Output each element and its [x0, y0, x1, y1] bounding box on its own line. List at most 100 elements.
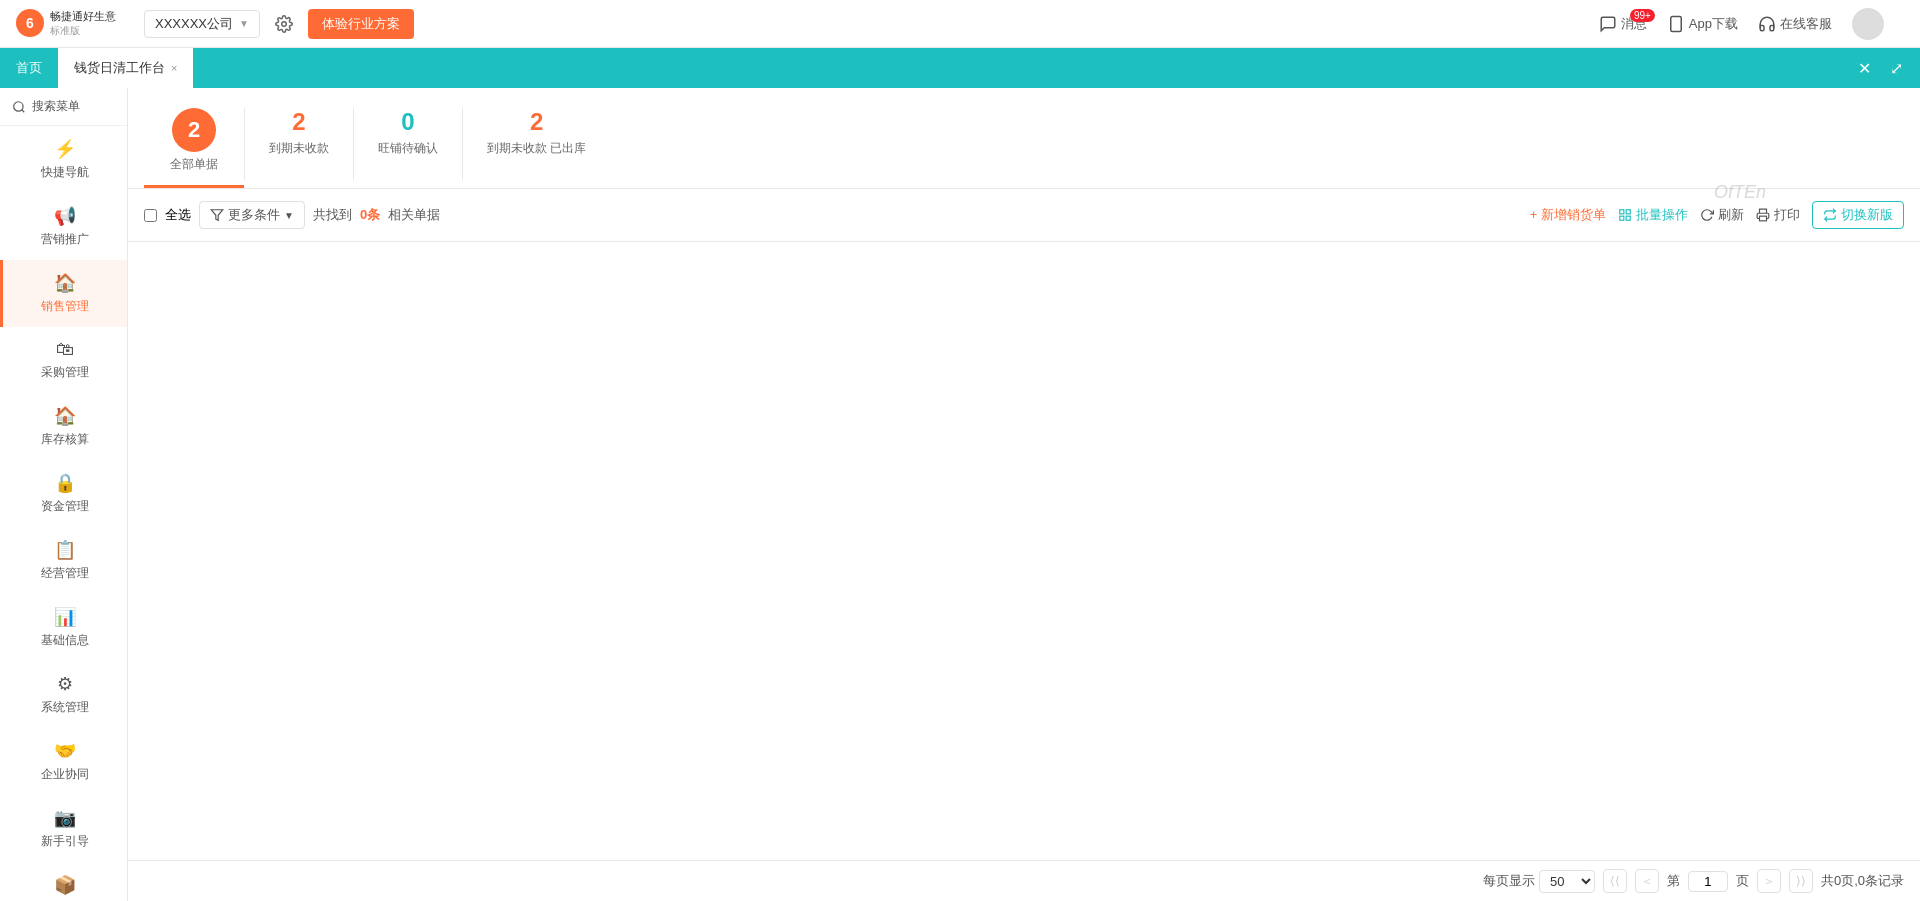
stat-number-all: 2	[188, 117, 200, 143]
filter-label: 更多条件	[228, 206, 280, 224]
sidebar-item-quick-nav[interactable]: ⚡ 快捷导航	[0, 126, 127, 193]
stat-number-overdue: 2	[292, 108, 305, 136]
print-label: 打印	[1774, 206, 1800, 224]
stat-tab-all[interactable]: 2 全部单据	[144, 100, 244, 188]
stat-tab-pending[interactable]: 0 旺铺待确认	[354, 100, 462, 188]
trial-button[interactable]: 体验行业方案	[308, 9, 414, 39]
main-layout: 搜索菜单 ⚡ 快捷导航 📢 营销推广 🏠 销售管理 🛍 采购管理 🏠 库存核算 …	[0, 88, 1920, 901]
sidebar: 搜索菜单 ⚡ 快捷导航 📢 营销推广 🏠 销售管理 🛍 采购管理 🏠 库存核算 …	[0, 88, 128, 901]
toolbar-right: + 新增销货单 批量操作 刷新	[1530, 201, 1904, 229]
sidebar-label-operation: 经营管理	[41, 565, 89, 582]
sidebar-item-basic-info[interactable]: 📊 基础信息	[0, 594, 127, 661]
found-count: 0条	[360, 206, 380, 224]
more-filter-button[interactable]: 更多条件 ▼	[199, 201, 305, 229]
sidebar-item-marketing[interactable]: 📢 营销推广	[0, 193, 127, 260]
sidebar-item-operation[interactable]: 📋 经营管理	[0, 527, 127, 594]
app-center-icon: 📦	[54, 874, 76, 896]
company-selector[interactable]: XXXXXX公司 ▼	[144, 10, 260, 38]
add-sales-order-button[interactable]: + 新增销货单	[1530, 206, 1606, 224]
sidebar-item-enterprise[interactable]: 🤝 企业协同	[0, 728, 127, 795]
per-page-dropdown[interactable]: 50 100 200	[1539, 870, 1595, 893]
sidebar-item-sales[interactable]: 🏠 销售管理	[0, 260, 127, 327]
per-page-label: 每页显示	[1483, 872, 1535, 890]
avatar[interactable]	[1852, 8, 1884, 40]
message-button[interactable]: 消息 99+	[1599, 15, 1647, 33]
last-page-button[interactable]: ⟩⟩	[1789, 869, 1813, 893]
select-all-label: 全选	[165, 206, 191, 224]
chevron-down-icon: ▼	[239, 18, 249, 29]
stat-tab-overdue[interactable]: 2 到期未收款	[245, 100, 353, 188]
tab-close-window-button[interactable]: ✕	[1852, 56, 1876, 80]
filter-chevron-icon: ▼	[284, 210, 294, 221]
stat-label-all: 全部单据	[170, 156, 218, 173]
finance-icon: 🔒	[54, 472, 76, 494]
settings-button[interactable]	[268, 8, 300, 40]
system-icon: ⚙	[57, 673, 73, 695]
switch-version-label: 切换新版	[1841, 206, 1893, 224]
basic-info-icon: 📊	[54, 606, 76, 628]
enterprise-icon: 🤝	[54, 740, 76, 762]
sidebar-label-purchase: 采购管理	[41, 364, 89, 381]
svg-rect-9	[1620, 216, 1624, 220]
online-service-button[interactable]: 在线客服	[1758, 15, 1832, 33]
active-tab-label: 钱货日清工作台	[74, 59, 165, 77]
toolbar: 全选 更多条件 ▼ 共找到 0条 相关单据 + 新增销货单	[128, 189, 1920, 242]
svg-rect-8	[1626, 216, 1630, 220]
sidebar-item-guide[interactable]: 📷 新手引导	[0, 795, 127, 862]
found-suffix: 相关单据	[388, 206, 440, 224]
found-prefix: 共找到	[313, 206, 352, 224]
sidebar-item-finance[interactable]: 🔒 资金管理	[0, 460, 127, 527]
svg-line-4	[22, 109, 25, 112]
sales-icon: 🏠	[54, 272, 76, 294]
page-size-select: 每页显示 50 100 200	[1483, 870, 1595, 893]
sidebar-label-enterprise: 企业协同	[41, 766, 89, 783]
total-text: 共0页,0条记录	[1821, 872, 1904, 890]
svg-marker-5	[211, 210, 223, 221]
sidebar-label-basic-info: 基础信息	[41, 632, 89, 649]
operation-icon: 📋	[54, 539, 76, 561]
tab-home[interactable]: 首页	[0, 48, 58, 88]
tab-close-icon[interactable]: ×	[171, 62, 177, 74]
search-menu-item[interactable]: 搜索菜单	[0, 88, 127, 126]
toolbar-left: 全选 更多条件 ▼ 共找到 0条 相关单据	[144, 201, 1518, 229]
print-button[interactable]: 打印	[1756, 206, 1800, 224]
stat-tab-overdue-out[interactable]: 2 到期未收款 已出库	[463, 100, 610, 188]
batch-operation-button[interactable]: 批量操作	[1618, 206, 1688, 224]
sidebar-label-quick-nav: 快捷导航	[41, 164, 89, 181]
sidebar-label-guide: 新手引导	[41, 833, 89, 850]
stats-tabs: 2 全部单据 2 到期未收款 0 旺铺待确认 2 到期未收款 已出库	[128, 88, 1920, 189]
prev-page-button[interactable]: ＜	[1635, 869, 1659, 893]
stat-label-overdue-out: 到期未收款 已出库	[487, 140, 586, 157]
sidebar-item-app-center[interactable]: 📦 应用中心	[0, 862, 127, 901]
tab-bar-actions: ✕ ⤢	[1852, 56, 1920, 80]
stat-label-pending: 旺铺待确认	[378, 140, 438, 157]
next-page-button[interactable]: ＞	[1757, 869, 1781, 893]
top-header: 6 畅捷通好生意 标准版 XXXXXX公司 ▼ 体验行业方案 消息 99+ Ap…	[0, 0, 1920, 48]
purchase-icon: 🛍	[56, 339, 74, 360]
table-area	[128, 242, 1920, 860]
guide-icon: 📷	[54, 807, 76, 829]
select-all-checkbox[interactable]	[144, 209, 157, 222]
app-download-label: App下载	[1689, 15, 1738, 33]
sidebar-item-purchase[interactable]: 🛍 采购管理	[0, 327, 127, 393]
stat-number-pending: 0	[401, 108, 414, 136]
page-number-input[interactable]	[1688, 871, 1728, 892]
tab-maximize-button[interactable]: ⤢	[1884, 56, 1908, 80]
sidebar-item-inventory[interactable]: 🏠 库存核算	[0, 393, 127, 460]
sidebar-label-finance: 资金管理	[41, 498, 89, 515]
refresh-button[interactable]: 刷新	[1700, 206, 1744, 224]
pagination-bar: 每页显示 50 100 200 ⟨⟨ ＜ 第 页 ＞ ⟩⟩ 共0页,0条记录	[128, 860, 1920, 901]
stat-number-overdue-out: 2	[530, 108, 543, 136]
sidebar-label-system: 系统管理	[41, 699, 89, 716]
first-page-button[interactable]: ⟨⟨	[1603, 869, 1627, 893]
sidebar-item-system[interactable]: ⚙ 系统管理	[0, 661, 127, 728]
sidebar-label-marketing: 营销推广	[41, 231, 89, 248]
logo-text-line1: 畅捷通好生意	[50, 9, 116, 23]
app-download-button[interactable]: App下载	[1667, 15, 1738, 33]
svg-point-0	[282, 21, 287, 26]
logo-text-line2: 标准版	[50, 24, 116, 38]
switch-version-button[interactable]: 切换新版	[1812, 201, 1904, 229]
tab-active[interactable]: 钱货日清工作台 ×	[58, 48, 193, 88]
logo-area: 6 畅捷通好生意 标准版	[16, 9, 144, 37]
search-menu-label: 搜索菜单	[32, 98, 80, 115]
